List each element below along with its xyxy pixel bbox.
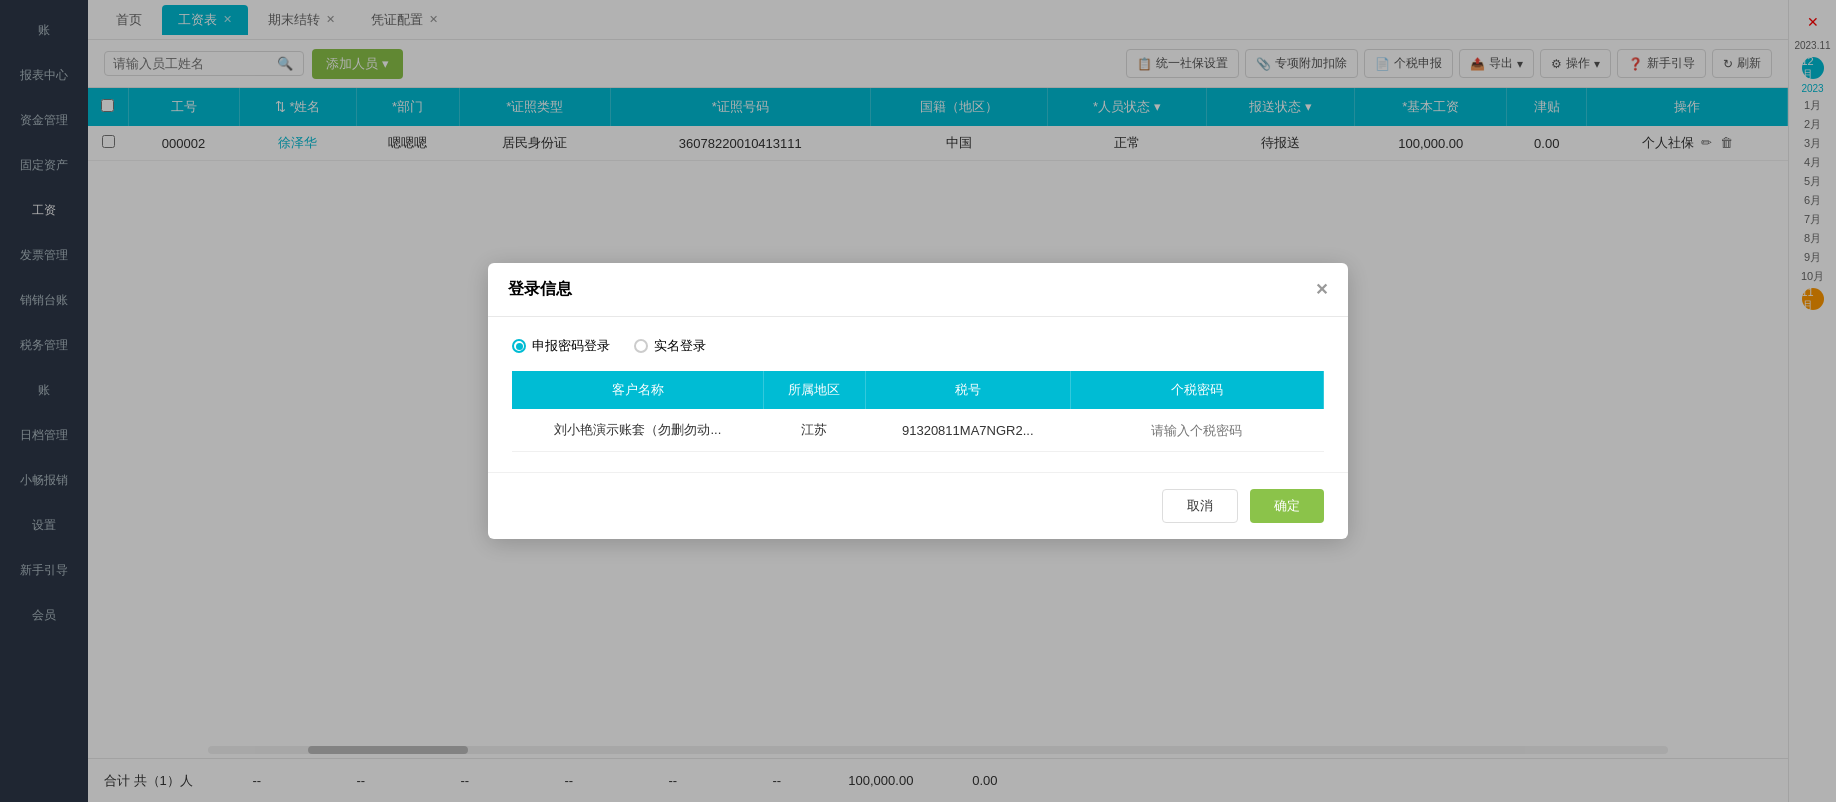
radio-password-login[interactable]: 申报密码登录 xyxy=(512,337,610,355)
dialog-overlay: 登录信息 ✕ 申报密码登录 实名登录 客户名称 所属地区 xyxy=(0,0,1836,802)
dialog-col-password: 个税密码 xyxy=(1070,371,1323,409)
tax-password-input[interactable] xyxy=(1082,423,1311,438)
radio-password-dot xyxy=(512,339,526,353)
dialog-col-region: 所属地区 xyxy=(764,371,866,409)
dialog-footer: 取消 确定 xyxy=(488,472,1348,539)
client-name: 刘小艳演示账套（勿删勿动... xyxy=(512,409,764,452)
cancel-button[interactable]: 取消 xyxy=(1162,489,1238,523)
login-dialog: 登录信息 ✕ 申报密码登录 实名登录 客户名称 所属地区 xyxy=(488,263,1348,539)
client-region: 江苏 xyxy=(764,409,866,452)
dialog-body: 申报密码登录 实名登录 客户名称 所属地区 税号 个税密码 xyxy=(488,317,1348,472)
dialog-header: 登录信息 ✕ xyxy=(488,263,1348,317)
radio-realname-login[interactable]: 实名登录 xyxy=(634,337,706,355)
dialog-col-taxno: 税号 xyxy=(865,371,1070,409)
dialog-close-button[interactable]: ✕ xyxy=(1315,280,1328,299)
client-table: 客户名称 所属地区 税号 个税密码 刘小艳演示账套（勿删勿动... 江苏 913… xyxy=(512,371,1324,452)
dialog-title: 登录信息 xyxy=(508,279,572,300)
login-type-radio-group: 申报密码登录 实名登录 xyxy=(512,337,1324,355)
client-taxno: 91320811MA7NGR2... xyxy=(865,409,1070,452)
radio-realname-dot xyxy=(634,339,648,353)
dialog-col-name: 客户名称 xyxy=(512,371,764,409)
dialog-table-row: 刘小艳演示账套（勿删勿动... 江苏 91320811MA7NGR2... xyxy=(512,409,1324,452)
confirm-button[interactable]: 确定 xyxy=(1250,489,1324,523)
client-password-cell[interactable] xyxy=(1070,409,1323,452)
